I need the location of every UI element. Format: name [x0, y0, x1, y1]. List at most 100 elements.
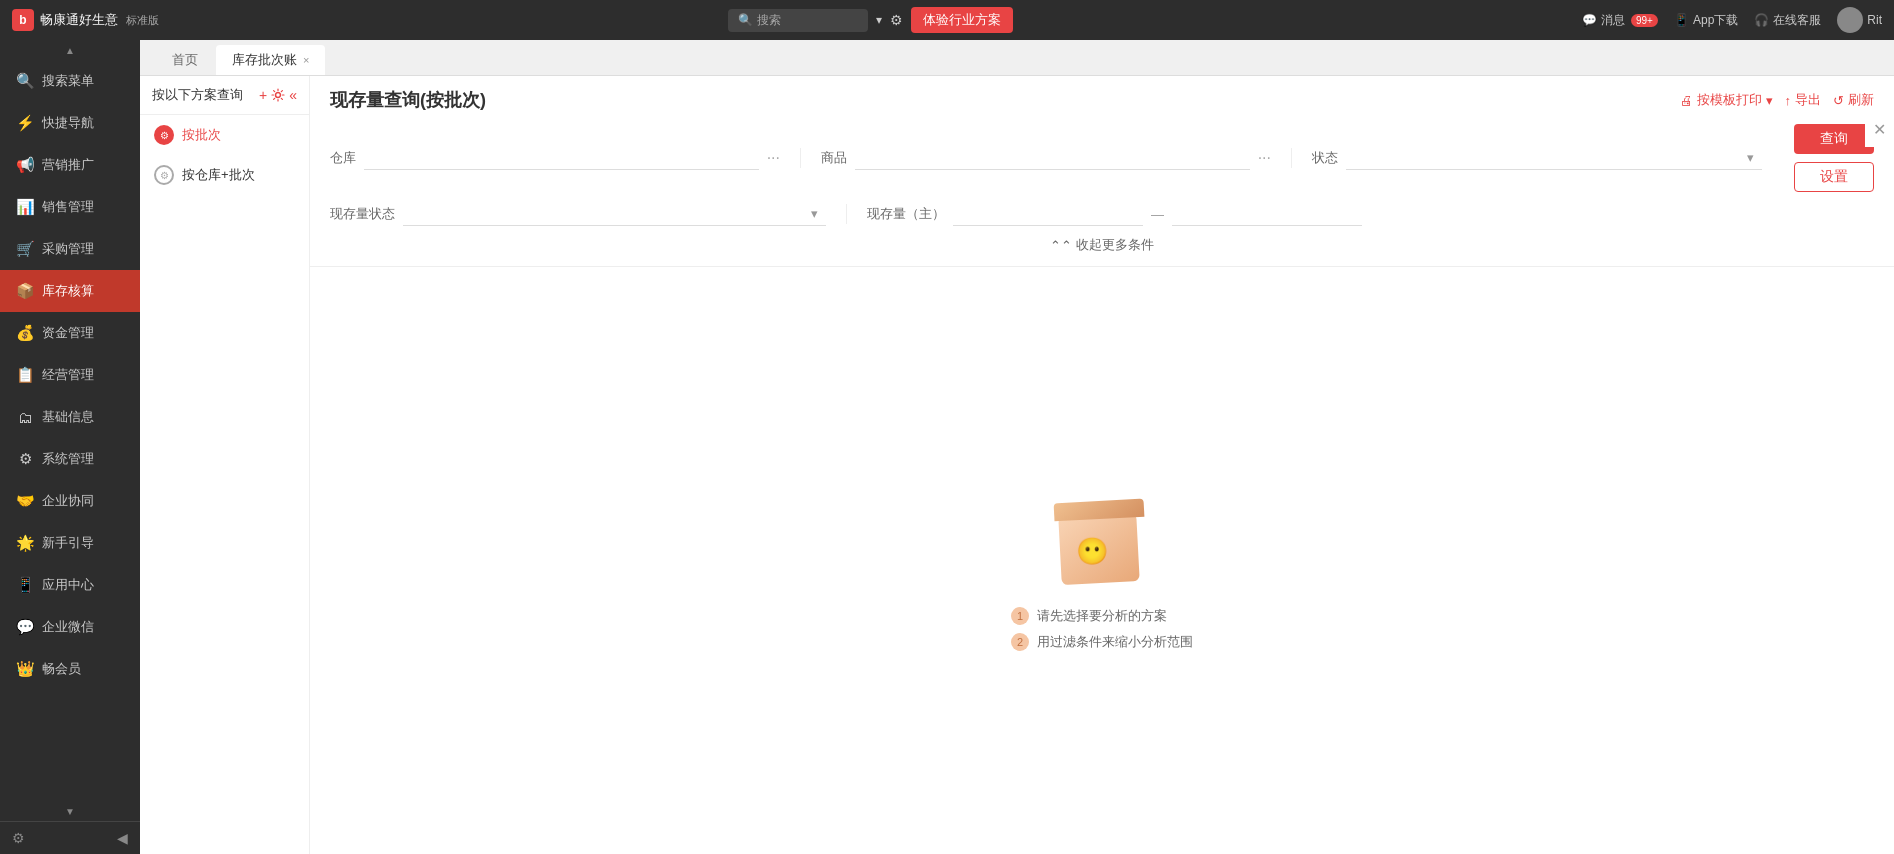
- sidebar-item-purchase[interactable]: 🛒 采购管理: [0, 228, 140, 270]
- empty-hints: 1 请先选择要分析的方案 2 用过滤条件来缩小分析范围: [1011, 607, 1193, 651]
- status-filter: 状态 ▾: [1312, 146, 1762, 170]
- app-download-action[interactable]: 📱 App下载: [1674, 12, 1738, 29]
- solution-label: 按批次: [182, 126, 221, 144]
- refresh-button[interactable]: ↺ 刷新: [1833, 91, 1874, 109]
- collapse-filters-button[interactable]: ⌃⌃ 收起更多条件: [1050, 236, 1154, 254]
- hint-1-text: 请先选择要分析的方案: [1037, 607, 1167, 625]
- sidebar-item-wechat[interactable]: 💬 企业微信: [0, 606, 140, 648]
- messages-label: 消息: [1601, 12, 1625, 29]
- experience-button[interactable]: 体验行业方案: [911, 7, 1013, 33]
- filter-section: 仓库 ··· 商品 ···: [310, 112, 1894, 267]
- filter-divider-1: [800, 148, 801, 168]
- add-solution-button[interactable]: +: [259, 87, 267, 103]
- tab-inventory-batch[interactable]: 库存批次账 ×: [216, 45, 325, 75]
- operation-icon: 📋: [16, 366, 34, 384]
- sidebar-collapse-button[interactable]: ◀: [117, 830, 128, 846]
- warehouse-dots[interactable]: ···: [767, 149, 780, 167]
- empty-state: 😶 1 请先选择要分析的方案 2 用过滤条件来缩小分析范围: [310, 267, 1894, 854]
- tab-close-button[interactable]: ×: [303, 54, 309, 66]
- solution-by-warehouse-batch[interactable]: ⚙ 按仓库+批次: [140, 155, 309, 195]
- collapse-panel-button[interactable]: «: [289, 87, 297, 103]
- sidebar-item-marketing[interactable]: 📢 营销推广: [0, 144, 140, 186]
- sidebar-item-sales[interactable]: 📊 销售管理: [0, 186, 140, 228]
- inventory-qty-min[interactable]: [953, 202, 1143, 226]
- sidebar-bottom: ⚙ ◀: [0, 821, 140, 854]
- sidebar-item-apps[interactable]: 📱 应用中心: [0, 564, 140, 606]
- sidebar-item-operation[interactable]: 📋 经营管理: [0, 354, 140, 396]
- logo-area: b 畅康通好生意: [12, 9, 118, 31]
- solution-settings-button[interactable]: [271, 88, 285, 102]
- sidebar-item-quick-nav[interactable]: ⚡ 快捷导航: [0, 102, 140, 144]
- goods-dots[interactable]: ···: [1258, 149, 1271, 167]
- service-icon: 🎧: [1754, 13, 1769, 27]
- export-button[interactable]: ↑ 导出: [1785, 91, 1822, 109]
- sidebar-item-label: 企业协同: [42, 492, 94, 510]
- sidebar-item-enterprise[interactable]: 🤝 企业协同: [0, 480, 140, 522]
- collapse-label: 收起更多条件: [1076, 236, 1154, 254]
- chevron-up-icon: ⌃⌃: [1050, 238, 1072, 253]
- printer-icon: 🖨: [1680, 93, 1693, 108]
- header-right: 💬 消息 99+ 📱 App下载 🎧 在线客服 Rit: [1582, 7, 1882, 33]
- sidebar-item-inventory[interactable]: 📦 库存核算: [0, 270, 140, 312]
- message-badge: 99+: [1631, 14, 1658, 27]
- goods-input[interactable]: [855, 146, 1250, 170]
- inventory-qty-filter: 现存量（主） —: [867, 202, 1363, 226]
- tab-home[interactable]: 首页: [156, 45, 214, 75]
- sidebar-settings-button[interactable]: ⚙: [12, 830, 25, 846]
- sidebar-item-label: 搜索菜单: [42, 72, 94, 90]
- sidebar-scroll-up[interactable]: ▲: [0, 40, 140, 60]
- inventory-status-label: 现存量状态: [330, 205, 395, 223]
- left-panel-title: 按以下方案查询: [152, 86, 243, 104]
- solution-label: 按仓库+批次: [182, 166, 255, 184]
- query-button[interactable]: 查询: [1794, 124, 1874, 154]
- refresh-label: 刷新: [1848, 91, 1874, 109]
- filter-divider-2: [1291, 148, 1292, 168]
- inventory-status-select[interactable]: ▾: [403, 202, 826, 226]
- status-select[interactable]: ▾: [1346, 146, 1762, 170]
- wechat-icon: 💬: [16, 618, 34, 636]
- filter-divider-3: [846, 204, 847, 224]
- sidebar-item-basic[interactable]: 🗂 基础信息: [0, 396, 140, 438]
- sidebar-item-finance[interactable]: 💰 资金管理: [0, 312, 140, 354]
- sidebar-item-label: 经营管理: [42, 366, 94, 384]
- sidebar-scroll-down[interactable]: ▼: [0, 801, 140, 821]
- header-settings-button[interactable]: ⚙: [890, 12, 903, 28]
- avatar: [1837, 7, 1863, 33]
- message-icon: 💬: [1582, 13, 1597, 27]
- app-name: 畅康通好生意: [40, 11, 118, 29]
- page-title: 现存量查询(按批次): [330, 88, 486, 112]
- sidebar-item-label: 基础信息: [42, 408, 94, 426]
- content-close-button[interactable]: ✕: [1865, 112, 1894, 147]
- main-right-wrapper: ✕ 现存量查询(按批次) 🖨 按模板打印 ▾ ↑: [310, 76, 1894, 854]
- online-service-action[interactable]: 🎧 在线客服: [1754, 12, 1821, 29]
- warehouse-input[interactable]: [364, 146, 759, 170]
- messages-action[interactable]: 💬 消息 99+: [1582, 12, 1658, 29]
- gear-icon: [271, 88, 285, 102]
- left-panel-actions: + «: [259, 87, 297, 103]
- enterprise-icon: 🤝: [16, 492, 34, 510]
- inventory-qty-max[interactable]: [1172, 202, 1362, 226]
- filter-row-1: 仓库 ··· 商品 ···: [330, 124, 1874, 192]
- sidebar-item-member[interactable]: 👑 畅会员: [0, 648, 140, 690]
- tab-bar: 首页 库存批次账 ×: [140, 40, 1894, 76]
- svg-point-0: [276, 93, 281, 98]
- print-template-button[interactable]: 🖨 按模板打印 ▾: [1680, 91, 1773, 109]
- sidebar-items: 🔍 搜索菜单 ⚡ 快捷导航 📢 营销推广 📊 销售管理 🛒 采购管理 📦: [0, 60, 140, 801]
- dropdown-button[interactable]: ▾: [876, 13, 882, 27]
- chevron-down-icon: ▾: [1747, 150, 1754, 165]
- sidebar-item-newbie[interactable]: 🌟 新手引导: [0, 522, 140, 564]
- sidebar-item-search[interactable]: 🔍 搜索菜单: [0, 60, 140, 102]
- online-service-label: 在线客服: [1773, 12, 1821, 29]
- edition-badge: 标准版: [126, 13, 159, 28]
- solution-by-batch[interactable]: ⚙ 按批次: [140, 115, 309, 155]
- sidebar-item-label: 资金管理: [42, 324, 94, 342]
- hint-2-num: 2: [1011, 633, 1029, 651]
- top-header: b 畅康通好生意 标准版 🔍 搜索 ▾ ⚙ 体验行业方案 💬 消息 99+ 📱 …: [0, 0, 1894, 40]
- settings-side-button[interactable]: 设置: [1794, 162, 1874, 192]
- search-bar[interactable]: 🔍 搜索: [728, 9, 868, 32]
- user-area[interactable]: Rit: [1837, 7, 1882, 33]
- sidebar-item-label: 采购管理: [42, 240, 94, 258]
- sidebar-item-label: 系统管理: [42, 450, 94, 468]
- goods-filter: 商品 ···: [821, 146, 1271, 170]
- sidebar-item-system[interactable]: ⚙ 系统管理: [0, 438, 140, 480]
